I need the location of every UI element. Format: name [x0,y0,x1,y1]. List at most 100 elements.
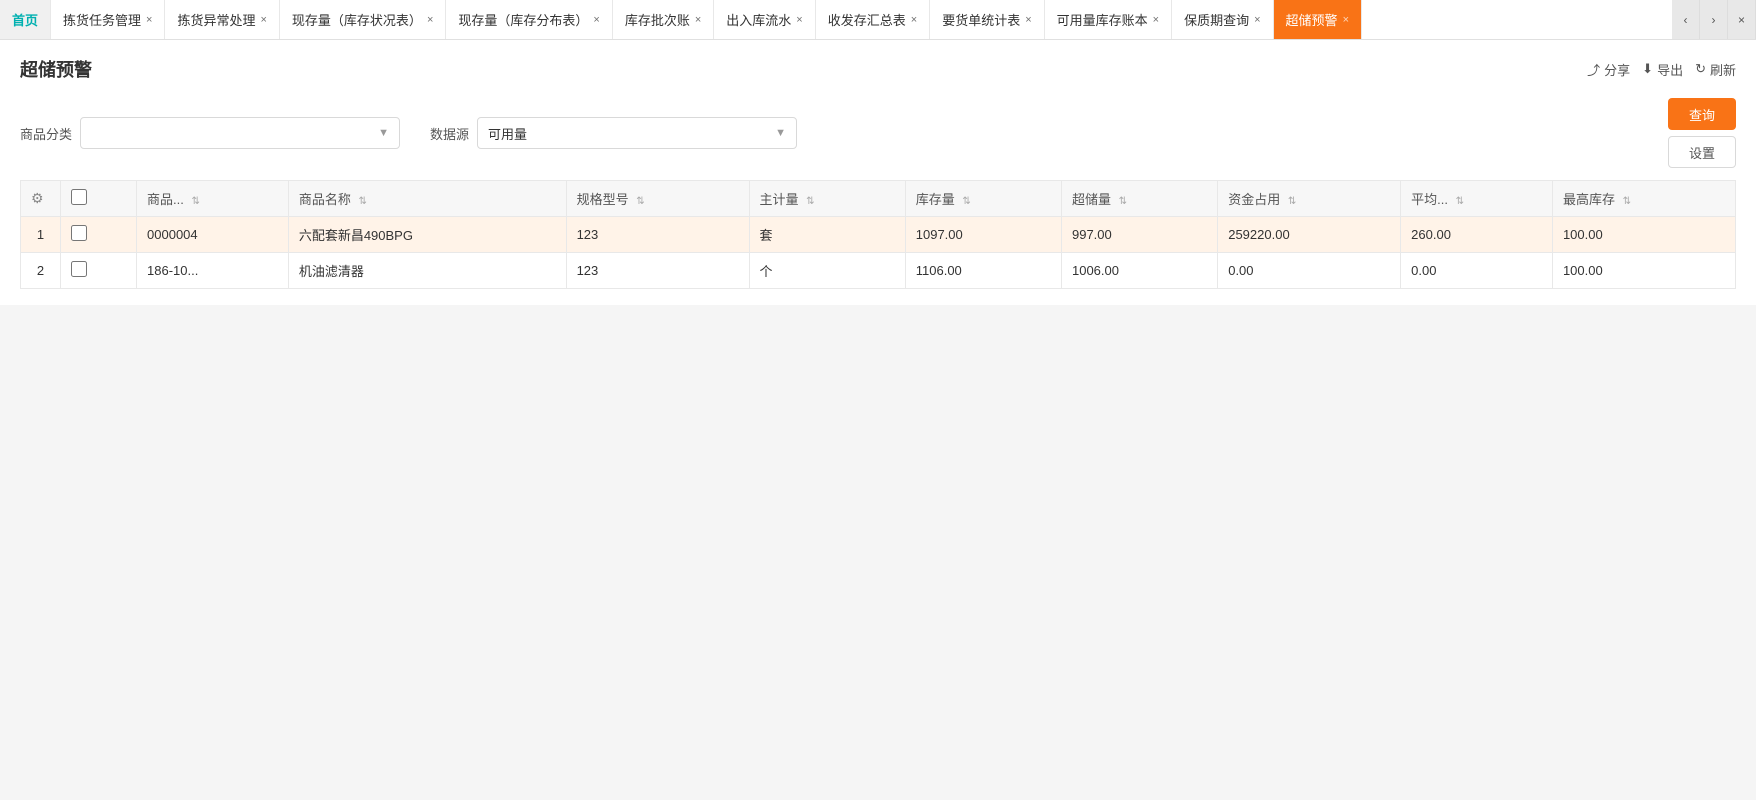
export-label: 导出 [1657,60,1683,79]
share-label: 分享 [1604,60,1630,79]
filter-row: 商品分类 ▼ 数据源 可用量 ▼ 查询 设置 [20,98,1736,168]
row-spec: 123 [566,217,749,253]
sort-icon-maxstock[interactable]: ⇅ [1623,196,1631,207]
col-header-unit: 主计量 ⇅ [749,181,905,217]
export-icon: ⬇ [1642,61,1653,77]
row-number: 1 [21,217,61,253]
tab-close-icon[interactable]: × [427,14,433,26]
page-title: 超储预警 [20,56,92,82]
row-product-code: 0000004 [137,217,289,253]
tab-label: 现存量（库存分布表） [458,10,588,29]
settings-button[interactable]: 设置 [1668,136,1736,168]
tab-close-icon[interactable]: × [911,14,917,26]
col-header-maxstock: 最高库存 ⇅ [1552,181,1735,217]
nav-tab-tab6[interactable]: 出入库流水 × [714,0,815,40]
row-product-code: 186-10... [137,253,289,289]
filter-category: 商品分类 ▼ [20,117,400,149]
tab-close-icon[interactable]: × [593,14,599,26]
sort-icon-stock[interactable]: ⇅ [962,196,970,207]
sort-icon-average[interactable]: ⇅ [1456,196,1464,207]
col-label-product-name: 商品名称 [299,192,351,207]
nav-tab-tab3[interactable]: 现存量（库存状况表） × [280,0,446,40]
sort-icon-product-code[interactable]: ⇅ [192,196,200,207]
col-header-product-name: 商品名称 ⇅ [288,181,566,217]
category-select[interactable]: ▼ [80,117,400,149]
sort-icon-unit[interactable]: ⇅ [806,196,814,207]
nav-tab-tab8[interactable]: 要货单统计表× [930,0,1044,40]
row-stock: 1097.00 [905,217,1061,253]
col-label-stock: 库存量 [916,192,955,207]
tab-close-icon[interactable]: × [1153,14,1159,26]
tab-label: 可用量库存账本 [1057,10,1148,29]
datasource-arrow-icon: ▼ [775,127,786,139]
sort-icon-capital[interactable]: ⇅ [1288,196,1296,207]
tab-close-icon[interactable]: × [1025,14,1031,26]
col-header-average: 平均... ⇅ [1401,181,1553,217]
tab-close-icon[interactable]: × [695,14,701,26]
table-header-row: ⚙ 商品... ⇅ 商品名称 ⇅ 规格型号 ⇅ 主计量 [21,181,1736,217]
category-arrow-icon: ▼ [378,127,389,139]
tab-close-icon[interactable]: × [146,14,152,26]
query-button[interactable]: 查询 [1668,98,1736,130]
tab-close-icon[interactable]: × [1343,14,1349,26]
row-checkbox[interactable] [71,225,87,241]
tab-label: 现存量（库存状况表） [292,10,422,29]
col-label-unit: 主计量 [760,192,799,207]
sort-icon-spec[interactable]: ⇅ [636,196,644,207]
row-unit: 套 [749,217,905,253]
table-gear-icon[interactable]: ⚙ [31,190,44,206]
tab-label: 保质期查询 [1184,10,1249,29]
col-label-average: 平均... [1411,192,1448,207]
row-checkbox[interactable] [71,261,87,277]
export-button[interactable]: ⬇ 导出 [1642,60,1683,79]
nav-tab-tab11[interactable]: 超储预警 × [1274,0,1362,40]
tab-label: 拣货异常处理 [177,10,255,29]
nav-tab-tab1[interactable]: 拣货任务管理× [51,0,165,40]
refresh-button[interactable]: ↻ 刷新 [1695,60,1736,79]
nav-tabs: 拣货任务管理×拣货异常处理×现存量（库存状况表）×现存量（库存分布表）×库存批次… [51,0,1672,40]
row-product-name: 六配套新昌490BPG [288,217,566,253]
col-header-capital: 资金占用 ⇅ [1218,181,1401,217]
filter-actions: 查询 设置 [1668,98,1736,168]
share-icon: ⤴ [1587,60,1600,79]
nav-tab-tab4[interactable]: 现存量（库存分布表） × [446,0,612,40]
row-unit: 个 [749,253,905,289]
col-header-checkbox [61,181,137,217]
share-button[interactable]: ⤴ 分享 [1587,60,1630,79]
col-header-spec: 规格型号 ⇅ [566,181,749,217]
tab-label: 超储预警 [1286,10,1338,29]
nav-tab-tab2[interactable]: 拣货异常处理 × [165,0,279,40]
row-capital: 0.00 [1218,253,1401,289]
nav-tab-tab5[interactable]: 库存批次账× [613,0,714,40]
sort-icon-product-name[interactable]: ⇅ [358,196,366,207]
nav-home[interactable]: 首页 [0,0,51,40]
nav-tab-tab10[interactable]: 保质期查询 × [1172,0,1273,40]
row-capital: 259220.00 [1218,217,1401,253]
col-label-maxstock: 最高库存 [1563,192,1615,207]
refresh-icon: ↻ [1695,61,1706,77]
row-overage: 1006.00 [1061,253,1217,289]
row-number: 2 [21,253,61,289]
filter-datasource: 数据源 可用量 ▼ [430,117,797,149]
select-all-checkbox[interactable] [71,189,87,205]
row-product-name: 机油滤清器 [288,253,566,289]
tab-close-icon[interactable]: × [260,14,266,26]
nav-arrow-left[interactable]: ‹ [1672,0,1700,40]
sort-icon-overage[interactable]: ⇅ [1119,196,1127,207]
tab-label: 出入库流水 [726,10,791,29]
datasource-select[interactable]: 可用量 ▼ [477,117,797,149]
nav-tab-tab9[interactable]: 可用量库存账本 × [1045,0,1172,40]
nav-arrow-right[interactable]: › [1700,0,1728,40]
datasource-label: 数据源 [430,124,469,143]
datasource-value: 可用量 [488,124,527,143]
nav-arrow-close[interactable]: × [1728,0,1756,40]
col-header-overage: 超储量 ⇅ [1061,181,1217,217]
table-body: 1 0000004 六配套新昌490BPG 123 套 1097.00 997.… [21,217,1736,289]
data-table: ⚙ 商品... ⇅ 商品名称 ⇅ 规格型号 ⇅ 主计量 [20,180,1736,289]
tab-close-icon[interactable]: × [1254,14,1260,26]
row-checkbox-cell [61,217,137,253]
row-spec: 123 [566,253,749,289]
nav-tab-tab7[interactable]: 收发存汇总表× [816,0,930,40]
tab-close-icon[interactable]: × [796,14,802,26]
refresh-label: 刷新 [1710,60,1736,79]
